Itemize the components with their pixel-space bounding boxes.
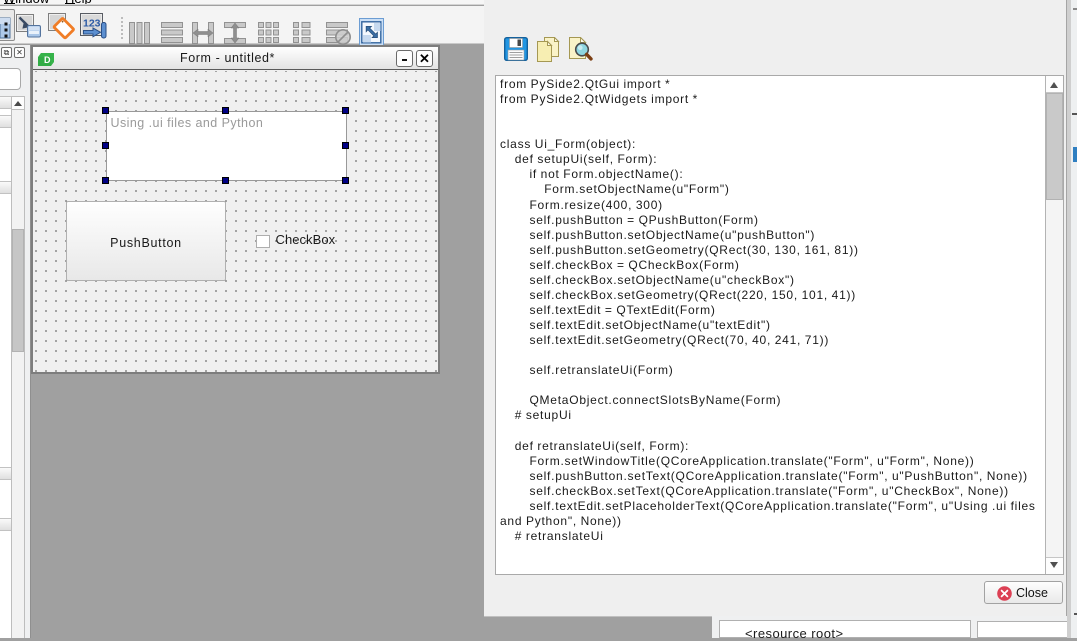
- svg-text:123: 123: [83, 18, 101, 30]
